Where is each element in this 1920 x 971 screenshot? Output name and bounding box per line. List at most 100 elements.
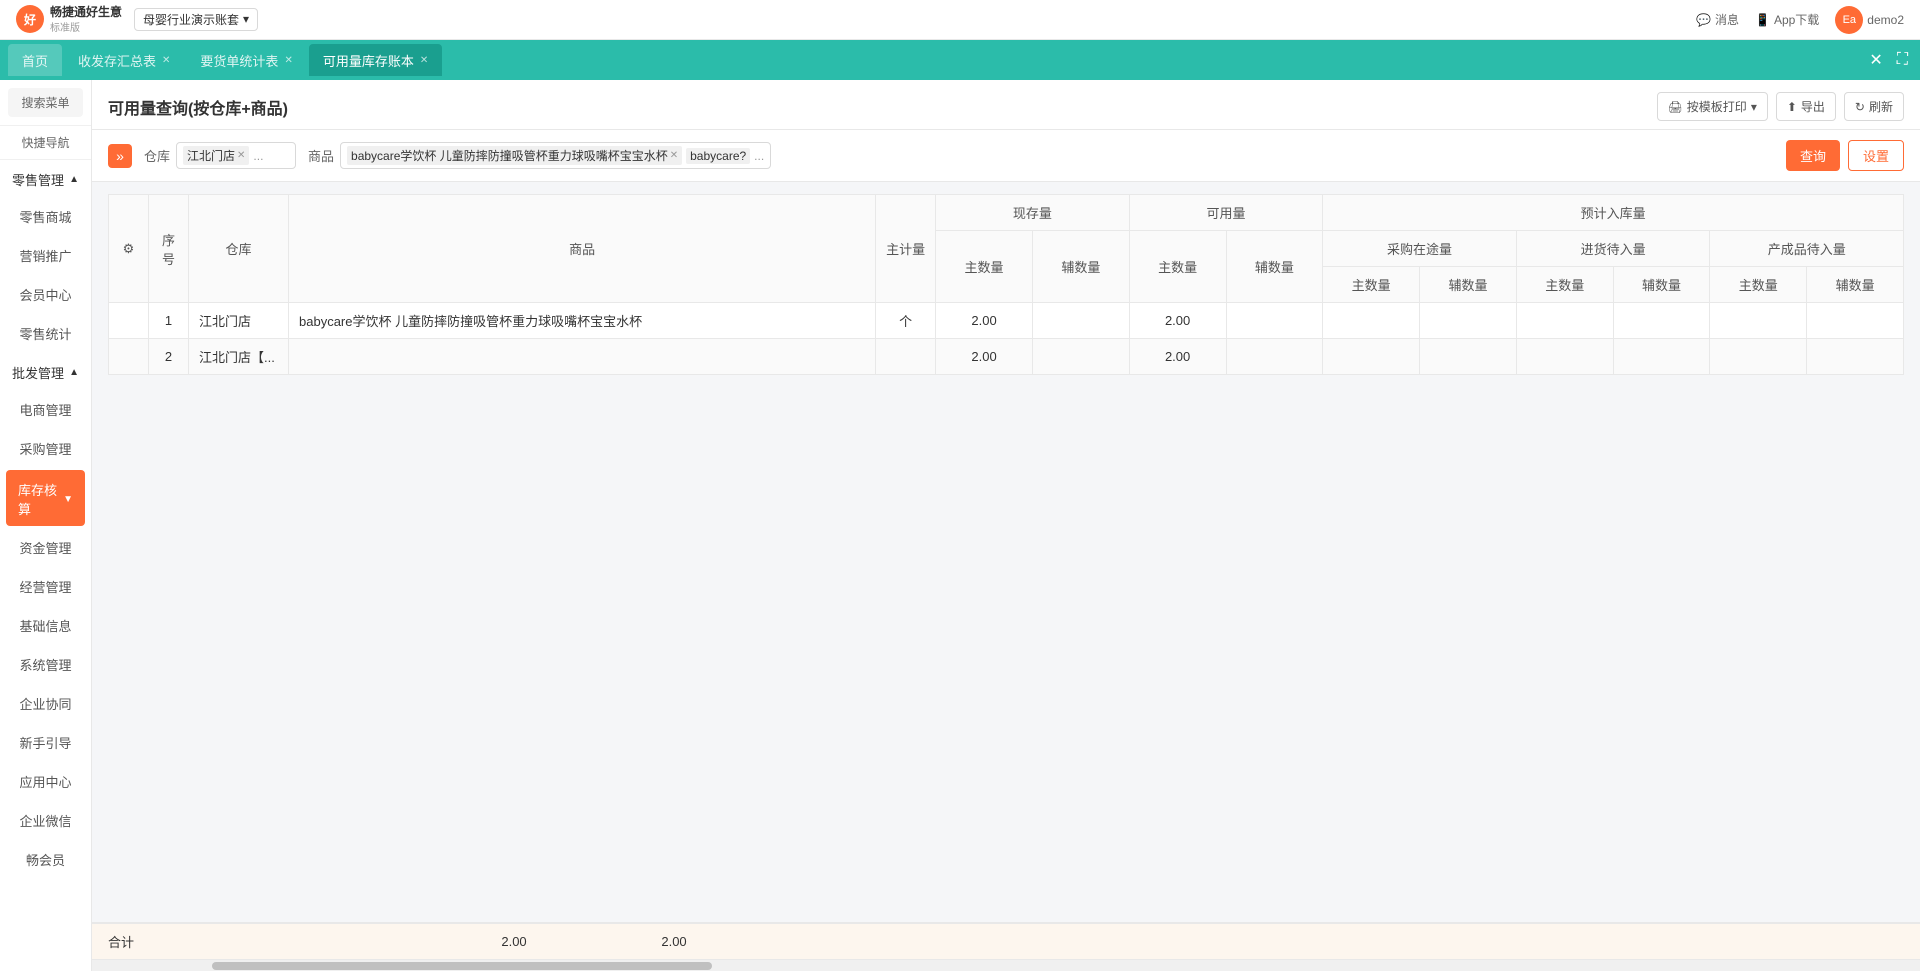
export-button[interactable]: ⬆ 导出 xyxy=(1776,92,1836,121)
tab-receive-send[interactable]: 收发存汇总表 ✕ xyxy=(64,44,184,76)
product-tag-babycare: babycare学饮杯 儿童防摔防撞吸管杯重力球吸嘴杯宝宝水杯 ✕ xyxy=(347,146,682,165)
table-row: 1 江北门店 babycare学饮杯 儿童防摔防撞吸管杯重力球吸嘴杯宝宝水杯 个… xyxy=(109,303,1904,339)
quick-nav-button[interactable]: 快捷导航 xyxy=(0,126,91,160)
message-icon: 💬 xyxy=(1696,13,1711,27)
cell-prod-aux-1 xyxy=(1807,303,1904,339)
cell-pur-aux-1 xyxy=(1420,303,1517,339)
warehouse-more[interactable]: ... xyxy=(253,149,263,163)
warehouse-tags-input[interactable]: 江北门店 ✕ ... xyxy=(176,142,296,169)
cell-warehouse-1: 江北门店 xyxy=(189,303,289,339)
export-icon: ⬆ xyxy=(1787,100,1797,114)
cell-prod-aux-2 xyxy=(1807,339,1904,375)
sidebar-group-header-retail[interactable]: 零售管理 ▲ xyxy=(0,160,91,197)
cell-seq-1: 1 xyxy=(149,303,189,339)
cell-current-aux-1 xyxy=(1032,303,1129,339)
sidebar-group-wholesale: 批发管理 ▲ 电商管理 采购管理 xyxy=(0,353,91,468)
sidebar-item-newbie[interactable]: 新手引导 xyxy=(0,723,91,762)
tab-order-stats-close[interactable]: ✕ xyxy=(284,55,292,66)
warehouse-filter: 仓库 江北门店 ✕ ... xyxy=(144,142,296,169)
top-bar-right: 💬 消息 📱 App下载 Ea demo2 xyxy=(1696,6,1904,34)
sidebar-item-app-center[interactable]: 应用中心 xyxy=(0,762,91,801)
warehouse-tag-remove[interactable]: ✕ xyxy=(237,150,245,161)
logo-subtitle: 标准版 xyxy=(50,19,122,34)
top-bar: 好 畅捷通好生意 标准版 母婴行业演示账套 ▾ 💬 消息 📱 App下载 Ea … xyxy=(0,0,1920,40)
cell-unit-1: 个 xyxy=(876,303,936,339)
th-production-aux: 辅数量 xyxy=(1807,267,1904,303)
scrollbar-thumb[interactable] xyxy=(212,962,712,970)
cell-avail-aux-2 xyxy=(1226,339,1323,375)
sidebar-item-basic-info[interactable]: 基础信息 xyxy=(0,606,91,645)
sidebar-item-members[interactable]: 会员中心 xyxy=(0,275,91,314)
table-footer: 合计 2.00 2.00 xyxy=(92,922,1920,959)
sidebar-item-member[interactable]: 畅会员 xyxy=(0,840,91,879)
sidebar-item-enterprise[interactable]: 企业协同 xyxy=(0,684,91,723)
industry-selector[interactable]: 母婴行业演示账套 ▾ xyxy=(134,8,258,31)
tab-home[interactable]: 首页 xyxy=(8,44,62,76)
th-current-aux-qty: 辅数量 xyxy=(1032,231,1129,303)
cell-unit-2 xyxy=(876,339,936,375)
th-settings[interactable]: ⚙ xyxy=(109,195,149,303)
sidebar-item-wechat[interactable]: 企业微信 xyxy=(0,801,91,840)
th-product: 商品 xyxy=(289,195,876,303)
logo-text: 畅捷通好生意 xyxy=(50,5,122,19)
logo-text-block: 畅捷通好生意 标准版 xyxy=(50,5,122,34)
product-tags-input[interactable]: babycare学饮杯 儿童防摔防撞吸管杯重力球吸嘴杯宝宝水杯 ✕ babyca… xyxy=(340,142,771,169)
chevron-retail-icon: ▲ xyxy=(69,174,79,185)
th-production-main: 主数量 xyxy=(1710,267,1807,303)
app-download-label: App下载 xyxy=(1774,11,1819,28)
cell-pur-main-2 xyxy=(1323,339,1420,375)
sidebar-item-system[interactable]: 系统管理 xyxy=(0,645,91,684)
user-action[interactable]: Ea demo2 xyxy=(1835,6,1904,34)
industry-label: 母婴行业演示账套 xyxy=(143,11,239,28)
app-download-action[interactable]: 📱 App下载 xyxy=(1755,11,1819,28)
filter-toggle-button[interactable]: » xyxy=(108,144,132,168)
top-bar-left: 好 畅捷通好生意 标准版 母婴行业演示账套 ▾ xyxy=(16,5,258,34)
nav-tabs: 首页 收发存汇总表 ✕ 要货单统计表 ✕ 可用量库存账本 ✕ ✕ ⛶ xyxy=(0,40,1920,80)
cell-avail-aux-1 xyxy=(1226,303,1323,339)
chevron-wholesale-icon: ▲ xyxy=(69,367,79,378)
close-all-tabs[interactable]: ✕ xyxy=(1861,50,1890,70)
product-filter: 商品 babycare学饮杯 儿童防摔防撞吸管杯重力球吸嘴杯宝宝水杯 ✕ bab… xyxy=(308,142,771,169)
tab-available-stock[interactable]: 可用量库存账本 ✕ xyxy=(309,44,442,76)
search-menu-button[interactable]: 搜索菜单 xyxy=(8,88,83,117)
sidebar-item-retail-store[interactable]: 零售商城 xyxy=(0,197,91,236)
cell-settings-2 xyxy=(109,339,149,375)
sidebar-item-marketing[interactable]: 营销推广 xyxy=(0,236,91,275)
cell-pur-aux-2 xyxy=(1420,339,1517,375)
settings-button[interactable]: 设置 xyxy=(1848,140,1904,171)
th-current-stock: 现存量 xyxy=(936,195,1130,231)
cell-avail-main-1: 2.00 xyxy=(1129,303,1226,339)
horizontal-scrollbar[interactable] xyxy=(92,959,1920,971)
logo-area: 好 畅捷通好生意 标准版 xyxy=(16,5,122,34)
sidebar-item-ecommerce[interactable]: 电商管理 xyxy=(0,390,91,429)
footer-label: 合计 xyxy=(108,932,134,951)
tab-available-stock-close[interactable]: ✕ xyxy=(420,55,428,66)
tab-order-stats[interactable]: 要货单统计表 ✕ xyxy=(186,44,306,76)
cell-seq-2: 2 xyxy=(149,339,189,375)
sidebar-group-header-inventory[interactable]: 库存核算 ▼ xyxy=(6,470,85,526)
sidebar-item-retail-stats[interactable]: 零售统计 xyxy=(0,314,91,353)
chevron-inventory-icon: ▼ xyxy=(63,494,73,505)
cell-avail-main-2: 2.00 xyxy=(1129,339,1226,375)
sidebar-group-header-wholesale[interactable]: 批发管理 ▲ xyxy=(0,353,91,390)
product-tag-remove[interactable]: ✕ xyxy=(670,150,678,161)
product-more[interactable]: ... xyxy=(754,149,764,163)
chevron-down-icon: ▾ xyxy=(243,12,249,26)
print-template-button[interactable]: 🖨 按模板打印 ▾ xyxy=(1657,92,1768,121)
query-button[interactable]: 查询 xyxy=(1786,140,1840,171)
th-incoming: 进货待入量 xyxy=(1516,231,1710,267)
sidebar-group-inventory: 库存核算 ▼ xyxy=(0,468,91,528)
sidebar-item-operations[interactable]: 经营管理 xyxy=(0,567,91,606)
message-action[interactable]: 💬 消息 xyxy=(1696,11,1739,28)
expand-nav-icon[interactable]: ⛶ xyxy=(1893,51,1912,69)
sidebar-item-finance[interactable]: 资金管理 xyxy=(0,528,91,567)
refresh-button[interactable]: ↻ 刷新 xyxy=(1844,92,1904,121)
main-layout: 搜索菜单 快捷导航 零售管理 ▲ 零售商城 营销推广 会员中心 零售统计 批发管… xyxy=(0,80,1920,971)
avatar: Ea xyxy=(1835,6,1863,34)
sidebar-group-label-wholesale: 批发管理 xyxy=(12,363,64,382)
tab-receive-send-close[interactable]: ✕ xyxy=(162,55,170,66)
cell-prod-main-2 xyxy=(1710,339,1807,375)
th-planned-in: 预计入库量 xyxy=(1323,195,1904,231)
sidebar-item-purchase[interactable]: 采购管理 xyxy=(0,429,91,468)
warehouse-label: 仓库 xyxy=(144,146,170,165)
